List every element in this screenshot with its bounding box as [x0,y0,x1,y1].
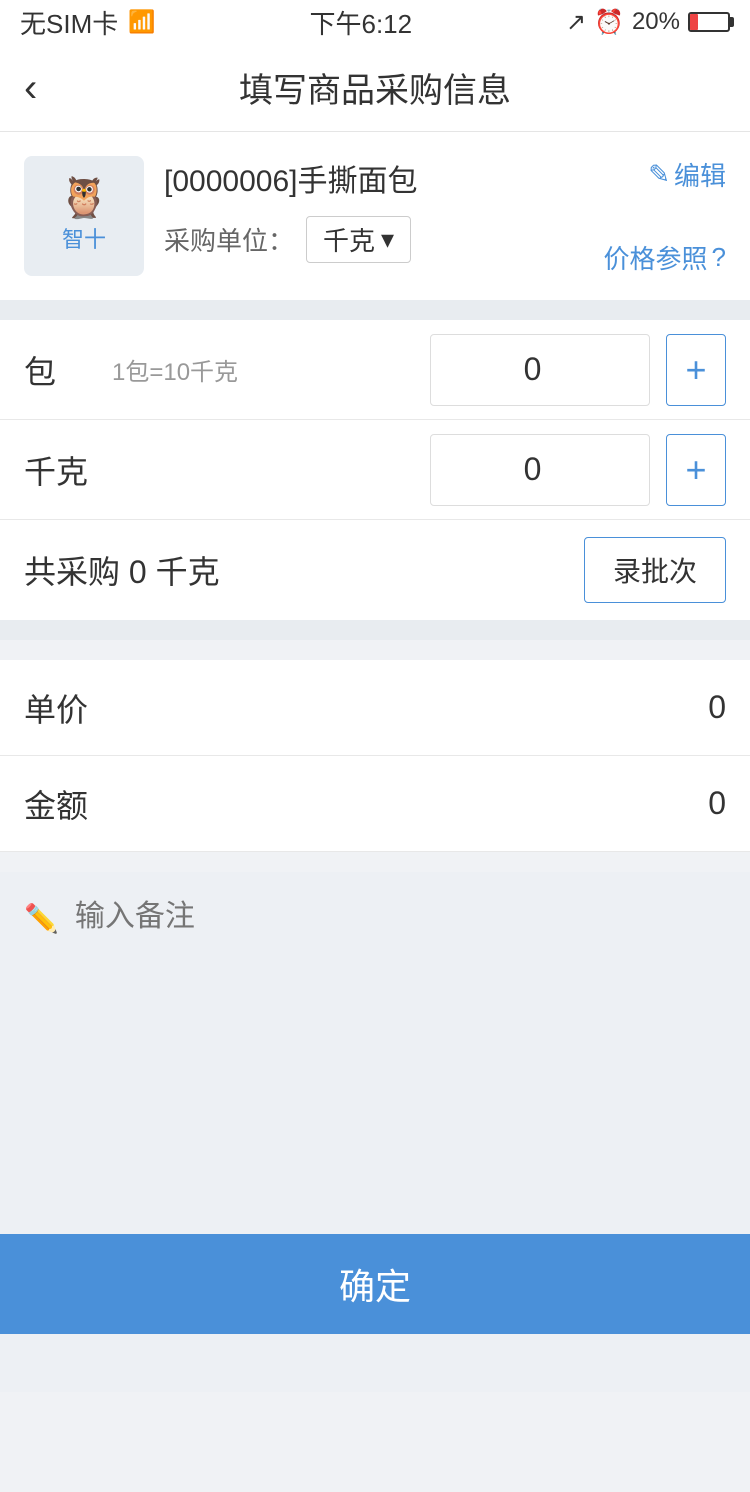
dropdown-icon: ▾ [381,224,394,255]
back-button[interactable]: ‹ [24,68,37,108]
amount-row: 金额 0 [0,756,750,852]
kg-plus-button[interactable]: + [666,434,726,506]
product-image: 🦉 智十 [24,156,144,276]
unit-price-value: 0 [708,689,726,726]
remark-section: ✏️ [0,872,750,992]
amount-label: 金额 [24,781,88,827]
bag-input[interactable] [430,334,650,406]
page-title: 填写商品采购信息 [239,63,511,112]
kg-row: 千克 + [0,420,750,520]
kg-label: 千克 [24,447,104,493]
price-ref-button[interactable]: 价格参照 ? [604,239,726,276]
time-text: 下午6:12 [309,4,412,41]
alarm-icon: ⏰ [594,8,624,37]
owl-icon: 🦉 [59,178,109,218]
bag-plus-button[interactable]: + [666,334,726,406]
edit-label: 编辑 [674,156,726,193]
bag-input-wrap: + [238,334,726,406]
divider-middle [0,620,750,640]
pencil-icon: ✏️ [24,902,59,935]
summary-row: 共采购 0 千克 录批次 [0,520,750,620]
batch-button[interactable]: 录批次 [584,537,726,603]
amount-value: 0 [708,785,726,822]
carrier-text: 无SIM卡 [20,4,118,41]
help-icon: ? [712,242,726,273]
edit-icon: ✎ [648,159,670,190]
bag-label: 包 [24,347,104,393]
remark-input[interactable] [75,900,726,934]
summary-text: 共采购 0 千克 [24,547,220,593]
brand-label: 智十 [62,222,106,254]
product-name: [0000006]手撕面包 [164,156,726,200]
price-ref-label: 价格参照 [604,239,708,276]
kg-input[interactable] [430,434,650,506]
status-left: 无SIM卡 📶 [20,4,156,41]
kg-input-wrap: + [104,434,726,506]
divider-top [0,300,750,320]
price-section: 单价 0 金额 0 [0,660,750,852]
unit-price-row: 单价 0 [0,660,750,756]
product-card: 🦉 智十 [0000006]手撕面包 采购单位： 千克 ▾ ✎ 编辑 价格参照 … [0,132,750,300]
wifi-icon: 📶 [128,9,155,35]
bag-row: 包 1包=10千克 + [0,320,750,420]
battery-icon [688,12,730,32]
confirm-button[interactable]: 确定 [0,1234,750,1334]
status-bar: 无SIM卡 📶 下午6:12 ↗ ⏰ 20% [0,0,750,44]
unit-selector[interactable]: 千克 ▾ [306,216,411,263]
status-right: ↗ ⏰ 20% [566,8,730,37]
edit-button[interactable]: ✎ 编辑 [648,156,726,193]
battery-percent: 20% [632,8,680,36]
unit-value: 千克 [323,221,375,258]
nav-bar: ‹ 填写商品采购信息 [0,44,750,132]
bag-sublabel: 1包=10千克 [112,352,238,387]
form-section: 包 1包=10千克 + 千克 + 共采购 0 千克 录批次 [0,320,750,620]
unit-price-label: 单价 [24,685,88,731]
location-icon: ↗ [566,8,586,37]
unit-label: 采购单位： [164,221,294,258]
